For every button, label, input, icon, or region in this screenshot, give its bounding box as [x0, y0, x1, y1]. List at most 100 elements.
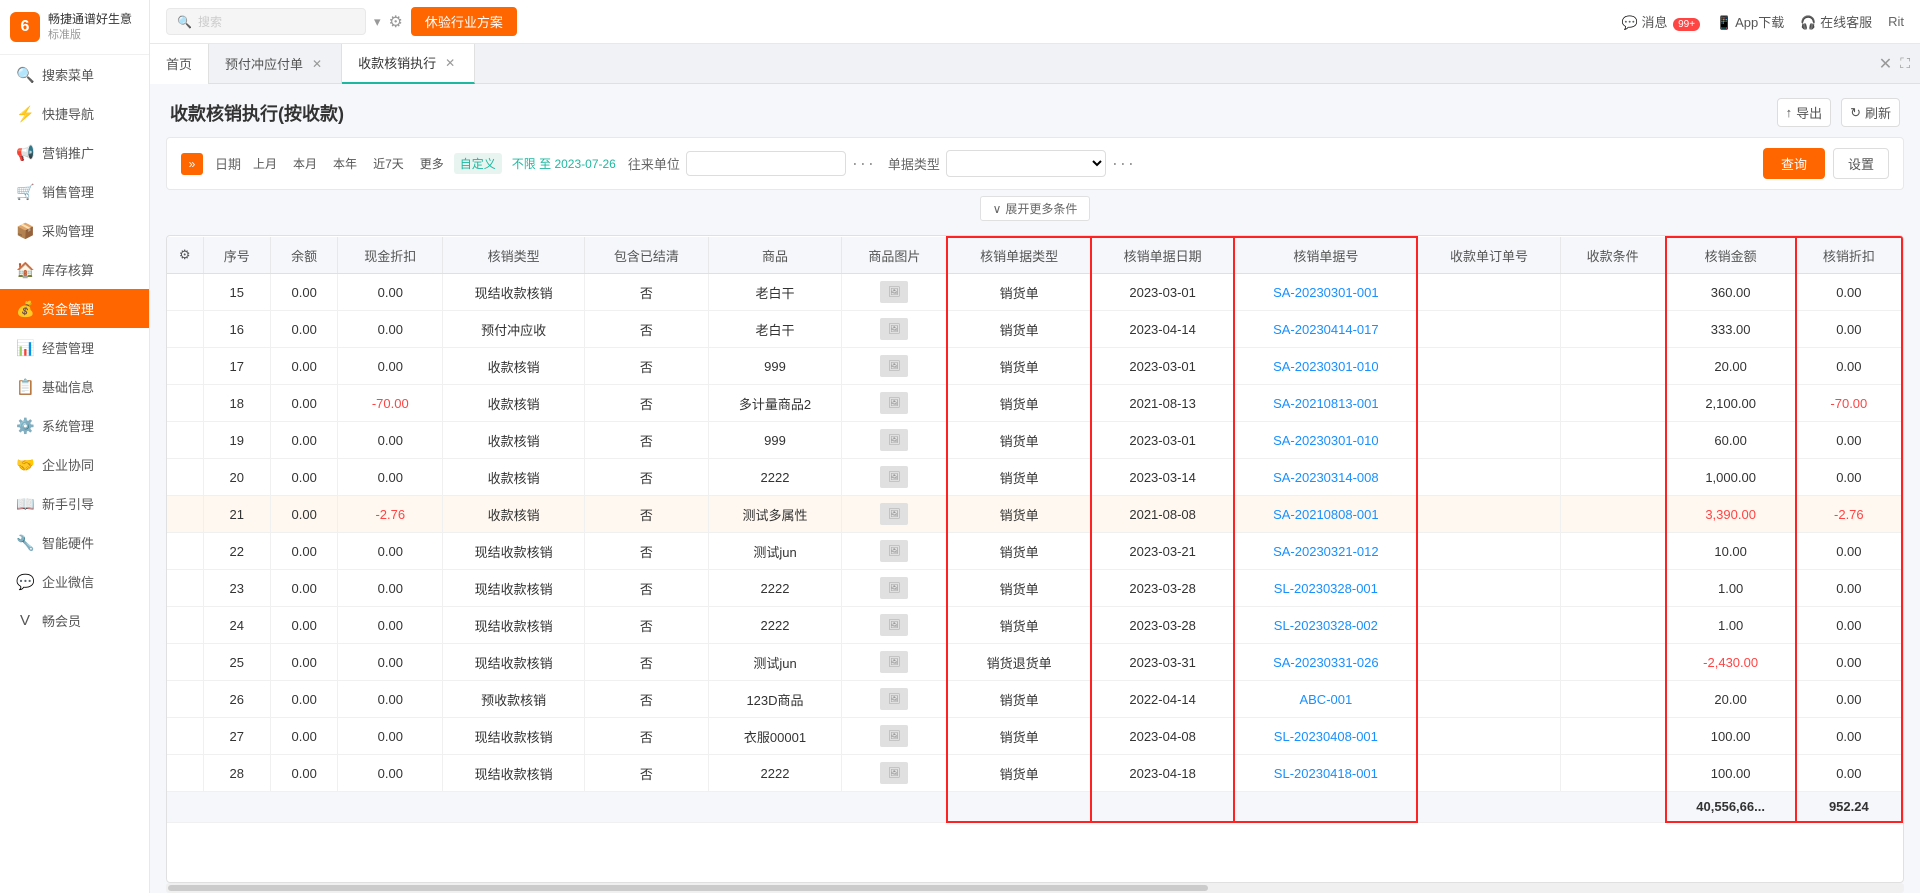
cell-verify-amount: 360.00	[1666, 274, 1796, 311]
filter-unit-dots[interactable]: ···	[852, 153, 876, 174]
sidebar-item-purchase[interactable]: 📦采购管理	[0, 211, 149, 250]
settings-icon[interactable]: ⚙	[389, 12, 403, 32]
refresh-btn[interactable]: ↻ 刷新	[1841, 98, 1900, 127]
cell-collect-condition	[1560, 274, 1665, 311]
tab-prepay[interactable]: 预付冲应付单 ✕	[209, 44, 342, 84]
sidebar-item-smart[interactable]: 🔧智能硬件	[0, 523, 149, 562]
sidebar-item-quick[interactable]: ⚡快捷导航	[0, 94, 149, 133]
table-header-row: ⚙ 序号 余额 现金折扣 核销类型 包含已结清 商品 商品图片 核销单据类型 核…	[167, 237, 1902, 274]
cell-verify-amount: 1,000.00	[1666, 459, 1796, 496]
cell-verify-bill-no[interactable]: SL-20230408-001	[1234, 718, 1417, 755]
tabbar: 首页 预付冲应付单 ✕ 收款核销执行 ✕ ✕ ⛶	[150, 44, 1920, 84]
cell-verify-bill-no[interactable]: ABC-001	[1234, 681, 1417, 718]
sidebar-item-wechat[interactable]: 💬企业微信	[0, 562, 149, 601]
filter-settings-btn[interactable]: 设置	[1833, 148, 1889, 179]
filter-unit-input[interactable]	[686, 151, 846, 176]
filter-this-year[interactable]: 本年	[327, 153, 363, 174]
expand-conditions-btn[interactable]: ∨ 展开更多条件	[980, 196, 1091, 221]
col-collect-order-no-header: 收款单订单号	[1417, 237, 1560, 274]
sidebar-item-sales[interactable]: 🛒销售管理	[0, 172, 149, 211]
app-download-btn[interactable]: 📱 App下载	[1716, 12, 1784, 31]
cell-verify-bill-no[interactable]: SA-20230301-010	[1234, 348, 1417, 385]
tab-collect[interactable]: 收款核销执行 ✕	[342, 44, 475, 84]
sidebar-item-enterprise[interactable]: 🤝企业协同	[0, 445, 149, 484]
tab-close-all-icon[interactable]: ✕	[1879, 54, 1892, 74]
cell-no: 20	[203, 459, 270, 496]
filter-7days[interactable]: 近7天	[367, 153, 410, 174]
cell-verify-bill-no[interactable]: SA-20230301-001	[1234, 274, 1417, 311]
sidebar: 6 畅捷通谱好生意 标准版 🔍搜索菜单⚡快捷导航📢营销推广🛒销售管理📦采购管理🏠…	[0, 0, 150, 893]
cell-cash-discount: 0.00	[338, 681, 443, 718]
cell-no: 28	[203, 755, 270, 792]
cell-goods: 测试jun	[708, 533, 842, 570]
footer-verify-discount: 952.24	[1796, 792, 1902, 823]
cell-verify-bill-type: 销货单	[947, 311, 1091, 348]
sidebar-item-member[interactable]: V畅会员	[0, 601, 149, 640]
tab-expand-icon[interactable]: ⛶	[1900, 55, 1910, 72]
cell-verify-bill-no[interactable]: SA-20230301-010	[1234, 422, 1417, 459]
query-btn[interactable]: 查询	[1763, 148, 1825, 179]
filter-this-month[interactable]: 本月	[287, 153, 323, 174]
cell-verify-bill-no[interactable]: SA-20210808-001	[1234, 496, 1417, 533]
cell-verify-bill-no[interactable]: SA-20230321-012	[1234, 533, 1417, 570]
dropdown-icon[interactable]: ▾	[374, 14, 381, 30]
filter-expand-btn[interactable]: »	[181, 153, 203, 175]
cell-cash-discount: 0.00	[338, 570, 443, 607]
cell-goods: 999	[708, 348, 842, 385]
cell-verify-type: 现结收款核销	[443, 533, 585, 570]
cell-verify-bill-no[interactable]: SL-20230328-002	[1234, 607, 1417, 644]
expand-conditions-row: ∨ 展开更多条件	[150, 190, 1920, 227]
table-settings-icon[interactable]: ⚙	[179, 247, 191, 262]
filter-more[interactable]: 更多	[414, 153, 450, 174]
sidebar-item-finance[interactable]: 💰资金管理	[0, 289, 149, 328]
cell-goods: 测试多属性	[708, 496, 842, 533]
sidebar-item-label: 搜索菜单	[42, 65, 94, 84]
cell-verify-amount: 333.00	[1666, 311, 1796, 348]
sidebar-item-guide[interactable]: 📖新手引导	[0, 484, 149, 523]
tab-home[interactable]: 首页	[150, 44, 209, 84]
cell-verify-bill-type: 销货单	[947, 496, 1091, 533]
sidebar-item-marketing[interactable]: 📢营销推广	[0, 133, 149, 172]
cell-verify-bill-date: 2023-04-08	[1091, 718, 1235, 755]
industry-btn[interactable]: 休验行业方案	[411, 7, 517, 36]
cell-verify-bill-no[interactable]: SL-20230328-001	[1234, 570, 1417, 607]
cell-balance: 0.00	[270, 311, 337, 348]
basic-icon: 📋	[16, 378, 34, 396]
cell-verify-bill-no[interactable]: SA-20230414-017	[1234, 311, 1417, 348]
cell-goods-image: 🖼	[842, 681, 947, 718]
online-service-btn[interactable]: 🎧 在线客服	[1800, 12, 1872, 31]
notification-btn[interactable]: 💬 消息 99+	[1622, 12, 1700, 31]
filter-bill-type-dots[interactable]: ···	[1112, 153, 1136, 174]
filter-bill-type-select[interactable]	[946, 150, 1106, 177]
cell-cash-discount: -70.00	[338, 385, 443, 422]
table-row: 28 0.00 0.00 现结收款核销 否 2222 🖼 销货单 2023-04…	[167, 755, 1902, 792]
search-box[interactable]: 🔍 搜索	[166, 8, 366, 35]
tab-collect-close[interactable]: ✕	[442, 55, 458, 71]
filter-custom[interactable]: 自定义	[454, 153, 502, 174]
main-area: 🔍 搜索 ▾ ⚙ 休验行业方案 💬 消息 99+ 📱 App下载 🎧 在线客服 …	[150, 0, 1920, 893]
filter-last-month[interactable]: 上月	[247, 153, 283, 174]
cell-verify-bill-no[interactable]: SA-20230331-026	[1234, 644, 1417, 681]
sidebar-item-basic[interactable]: 📋 基础信息	[0, 367, 149, 406]
cell-verify-bill-no[interactable]: SL-20230418-001	[1234, 755, 1417, 792]
tab-prepay-close[interactable]: ✕	[309, 56, 325, 72]
sidebar-item-system[interactable]: ⚙️系统管理	[0, 406, 149, 445]
sidebar-item-search[interactable]: 🔍搜索菜单	[0, 55, 149, 94]
cell-verify-type: 现结收款核销	[443, 607, 585, 644]
cell-collect-order-no	[1417, 274, 1560, 311]
cell-verify-bill-no[interactable]: SA-20230314-008	[1234, 459, 1417, 496]
cell-verify-discount: 0.00	[1796, 755, 1902, 792]
table-wrapper[interactable]: ⚙ 序号 余额 现金折扣 核销类型 包含已结清 商品 商品图片 核销单据类型 核…	[166, 235, 1904, 883]
cell-verify-type: 收款核销	[443, 459, 585, 496]
cell-collect-order-no	[1417, 570, 1560, 607]
page-actions: ↑ 导出 ↻ 刷新	[1777, 98, 1900, 127]
cell-verify-bill-date: 2022-04-14	[1091, 681, 1235, 718]
cell-verify-amount: 1.00	[1666, 570, 1796, 607]
sidebar-item-label: 基础信息	[42, 377, 94, 396]
cell-verify-amount: 60.00	[1666, 422, 1796, 459]
cell-verify-bill-no[interactable]: SA-20210813-001	[1234, 385, 1417, 422]
cell-goods: 多计量商品2	[708, 385, 842, 422]
export-btn[interactable]: ↑ 导出	[1777, 98, 1832, 127]
sidebar-item-operation[interactable]: 📊经营管理	[0, 328, 149, 367]
sidebar-item-inventory[interactable]: 🏠库存核算	[0, 250, 149, 289]
